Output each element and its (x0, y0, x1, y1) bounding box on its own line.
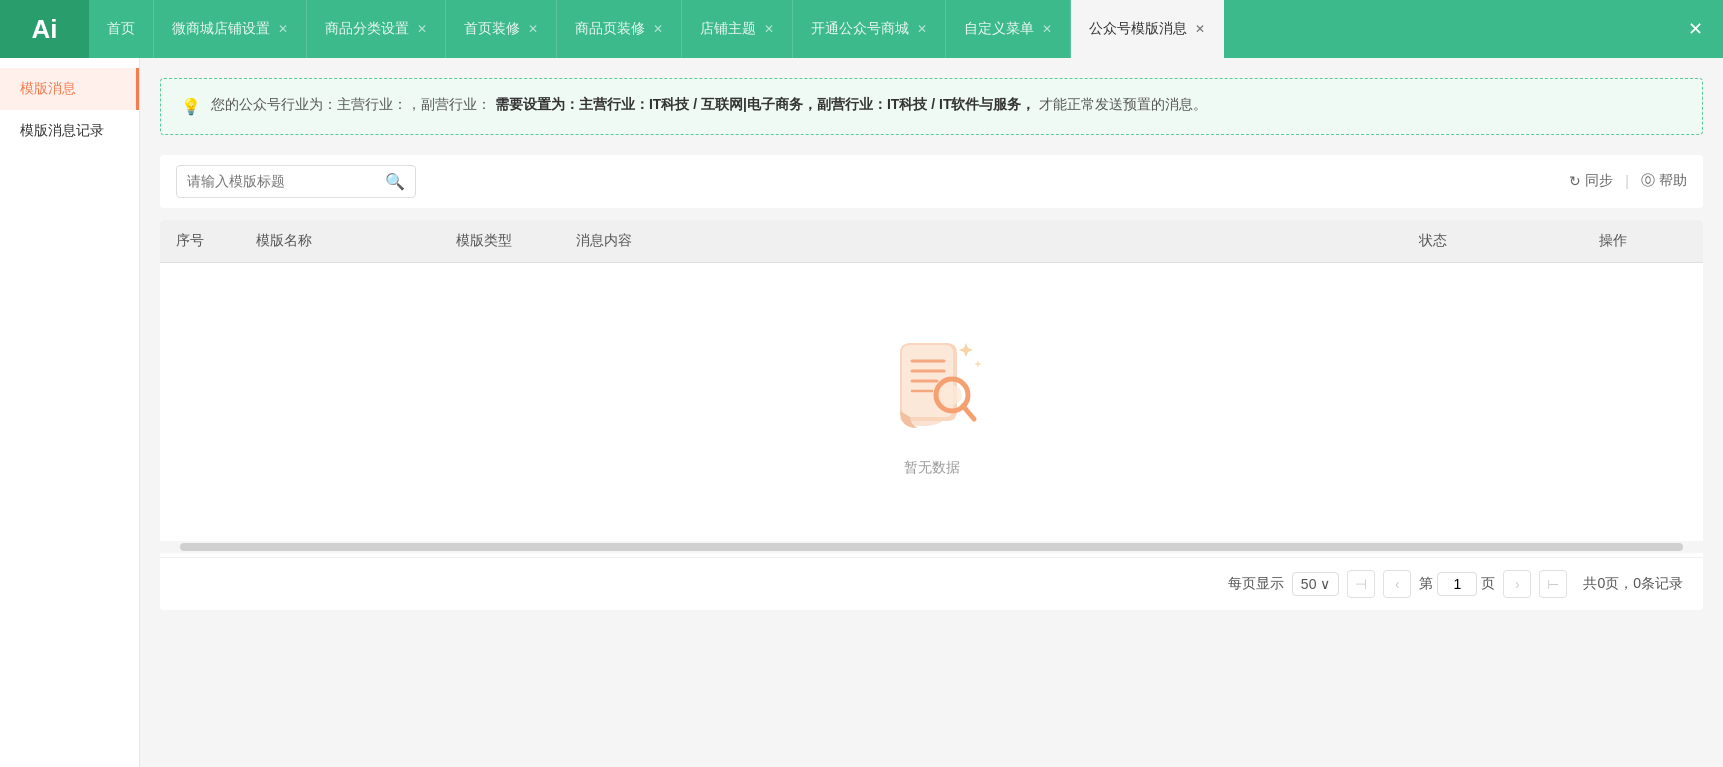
page-number-input[interactable] (1437, 572, 1477, 596)
close-all-button[interactable]: ✕ (1668, 0, 1723, 58)
close-tab-icon[interactable]: ✕ (278, 22, 288, 36)
sidebar-item-template-msg[interactable]: 模版消息 (0, 68, 139, 110)
close-tab-icon[interactable]: ✕ (528, 22, 538, 36)
nav-tab-label: 商品页装修 (575, 20, 645, 38)
search-icon[interactable]: 🔍 (385, 172, 405, 191)
close-tab-icon[interactable]: ✕ (1042, 22, 1052, 36)
close-tab-icon[interactable]: ✕ (653, 22, 663, 36)
nav-tab-category-setting[interactable]: 商品分类设置 ✕ (307, 0, 446, 58)
nav-tab-label: 公众号模版消息 (1089, 20, 1187, 38)
nav-tab-label: 自定义菜单 (964, 20, 1034, 38)
nav-tab-home[interactable]: 首页 (89, 0, 154, 58)
notice-box: 💡 您的公众号行业为：主营行业：，副营行业： 需要设置为：主营行业：IT科技 /… (160, 78, 1703, 135)
help-icon: ⓪ (1641, 172, 1655, 190)
nav-tab-home-decor[interactable]: 首页装修 ✕ (446, 0, 557, 58)
close-tab-icon[interactable]: ✕ (764, 22, 774, 36)
sidebar-item-template-msg-log[interactable]: 模版消息记录 (0, 110, 139, 152)
divider: | (1625, 173, 1629, 189)
main-layout: 模版消息模版消息记录 💡 您的公众号行业为：主营行业：，副营行业： 需要设置为：… (0, 58, 1723, 767)
last-page-button[interactable]: ⊢ (1539, 570, 1567, 598)
nav-tab-label: 首页 (107, 20, 135, 38)
search-input[interactable] (187, 173, 385, 189)
table-col-content: 消息内容 (560, 220, 1403, 262)
content-area: 💡 您的公众号行业为：主营行业：，副营行业： 需要设置为：主营行业：IT科技 /… (140, 58, 1723, 767)
table-wrapper: 序号模版名称模版类型消息内容状态操作 (160, 220, 1703, 610)
toolbar: 🔍 ↻ 同步 | ⓪ 帮助 (160, 155, 1703, 208)
top-nav: Ai 首页微商城店铺设置✕商品分类设置✕首页装修✕商品页装修✕店铺主题✕开通公众… (0, 0, 1723, 58)
close-tab-icon[interactable]: ✕ (417, 22, 427, 36)
scrollbar-track (180, 543, 1683, 551)
empty-state: 暂无数据 (160, 263, 1703, 537)
nav-tab-shop-theme[interactable]: 店铺主题 ✕ (682, 0, 793, 58)
notice-text: 您的公众号行业为：主营行业：，副营行业： 需要设置为：主营行业：IT科技 / 互… (211, 93, 1207, 115)
page-size-select[interactable]: 50 ∨ (1292, 572, 1340, 596)
close-tab-icon[interactable]: ✕ (1195, 22, 1205, 36)
table-col-name: 模版名称 (240, 220, 440, 262)
nav-tab-template-msg[interactable]: 公众号模版消息 ✕ (1071, 0, 1224, 58)
nav-tab-product-decor[interactable]: 商品页装修 ✕ (557, 0, 682, 58)
search-area: 🔍 (176, 165, 416, 198)
table-col-action: 操作 (1583, 220, 1703, 262)
close-tab-icon[interactable]: ✕ (917, 22, 927, 36)
scroll-bar[interactable] (160, 541, 1703, 553)
nav-tabs: 首页微商城店铺设置✕商品分类设置✕首页装修✕商品页装修✕店铺主题✕开通公众号商城… (89, 0, 1668, 58)
nav-tab-label: 商品分类设置 (325, 20, 409, 38)
prev-page-button[interactable]: ‹ (1383, 570, 1411, 598)
chevron-down-icon: ∨ (1320, 576, 1330, 592)
svg-line-7 (963, 406, 974, 419)
pagination: 每页显示 50 ∨ ⊣ ‹ 第 页 › ⊢ 共0页，0条记录 (160, 557, 1703, 610)
sidebar: 模版消息模版消息记录 (0, 58, 140, 767)
page-input-wrap: 第 页 (1419, 572, 1495, 596)
toolbar-right: ↻ 同步 | ⓪ 帮助 (1569, 172, 1687, 190)
nav-tab-custom-menu[interactable]: 自定义菜单 ✕ (946, 0, 1071, 58)
total-records-text: 共0页，0条记录 (1583, 575, 1683, 593)
table-col-status: 状态 (1403, 220, 1583, 262)
notice-icon: 💡 (181, 94, 201, 120)
first-page-button[interactable]: ⊣ (1347, 570, 1375, 598)
nav-tab-label: 店铺主题 (700, 20, 756, 38)
nav-tab-open-mall[interactable]: 开通公众号商城 ✕ (793, 0, 946, 58)
nav-tab-label: 微商城店铺设置 (172, 20, 270, 38)
logo: Ai (0, 0, 89, 58)
nav-tab-label: 开通公众号商城 (811, 20, 909, 38)
page-size-label: 每页显示 (1228, 575, 1284, 593)
svg-point-6 (942, 385, 962, 405)
help-button[interactable]: ⓪ 帮助 (1641, 172, 1687, 190)
table-col-seq: 序号 (160, 220, 240, 262)
next-page-button[interactable]: › (1503, 570, 1531, 598)
nav-tab-shop-setting[interactable]: 微商城店铺设置 ✕ (154, 0, 307, 58)
empty-illustration (872, 323, 992, 443)
empty-text: 暂无数据 (904, 459, 960, 477)
table-header: 序号模版名称模版类型消息内容状态操作 (160, 220, 1703, 263)
nav-tab-label: 首页装修 (464, 20, 520, 38)
table-col-type: 模版类型 (440, 220, 560, 262)
sync-icon: ↻ (1569, 173, 1581, 189)
sync-button[interactable]: ↻ 同步 (1569, 172, 1613, 190)
